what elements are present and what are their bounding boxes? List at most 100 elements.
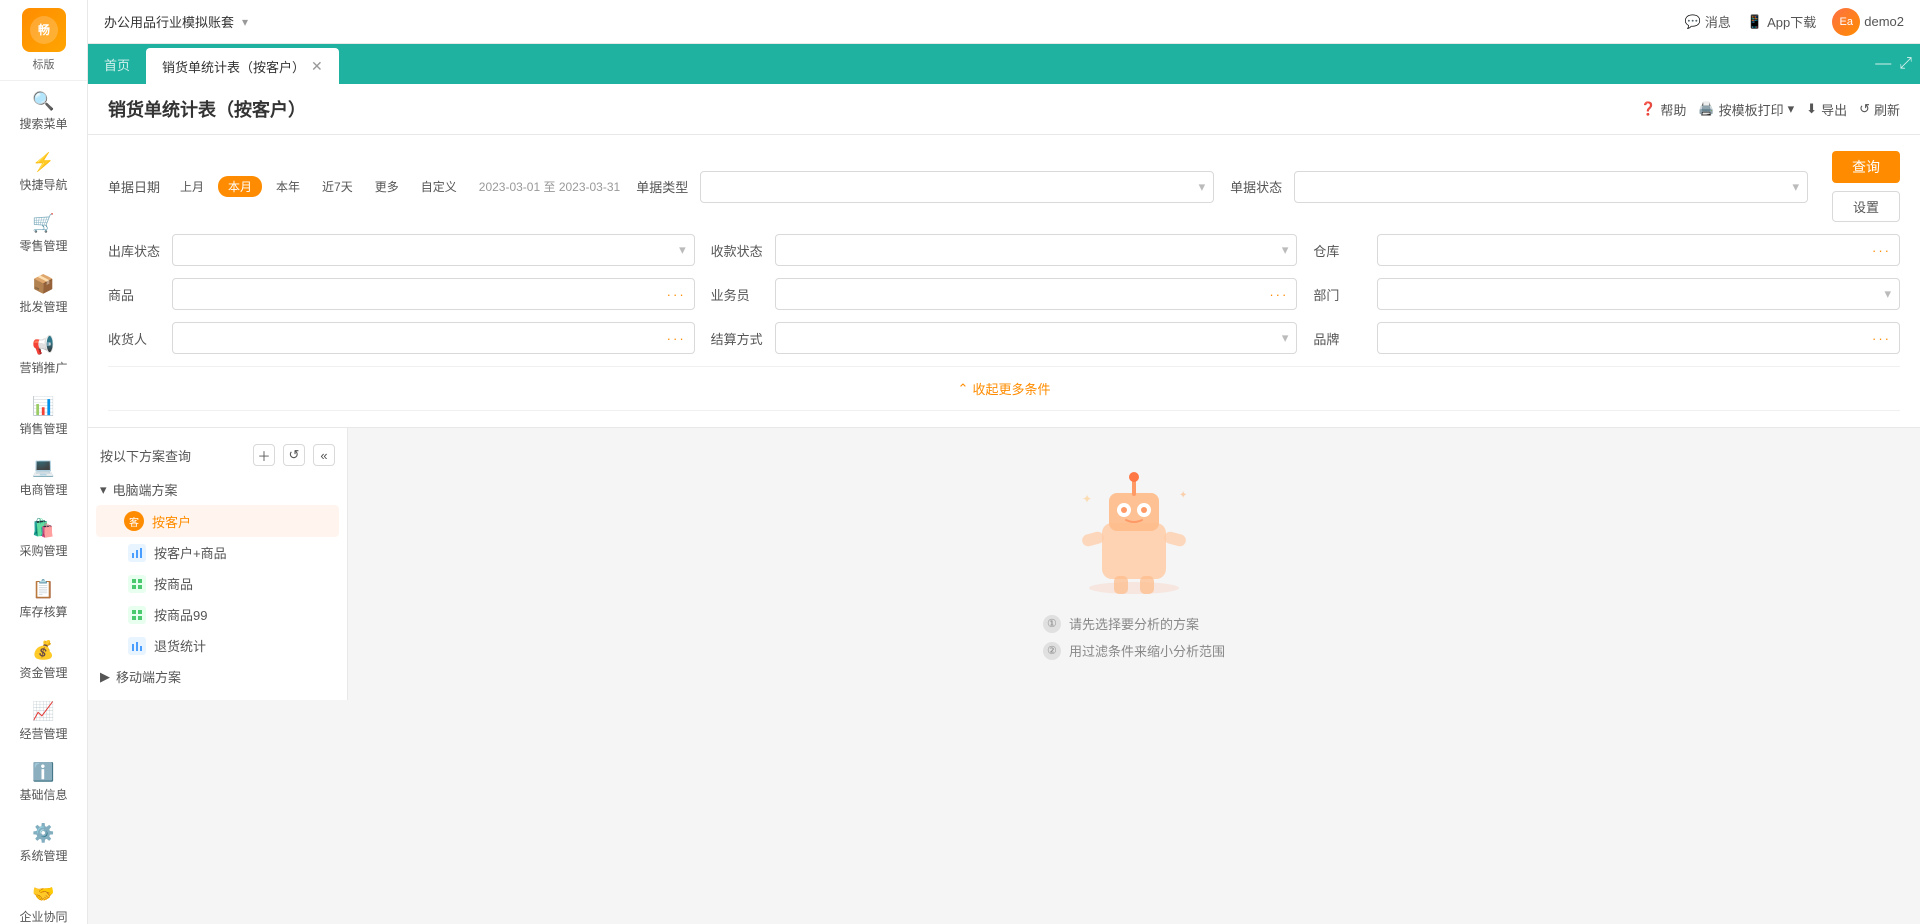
collapse-btn[interactable]: ⌃ 收起更多条件 [958, 373, 1051, 404]
sidebar-item-retail[interactable]: 🛒 零售管理 [0, 203, 87, 264]
scheme-desktop-group: ▾ 电脑端方案 客 按客户 按客户+商品 [88, 474, 347, 661]
warehouse-col: 仓库 ··· [1313, 234, 1900, 266]
collect-status-select[interactable]: ▾ [775, 234, 1298, 266]
scheme-mobile-header[interactable]: ▶ 移动端方案 [96, 661, 339, 692]
sidebar-item-shortcuts[interactable]: ⚡ 快捷导航 [0, 142, 87, 203]
settlement-select[interactable]: ▾ [775, 322, 1298, 354]
refresh-btn[interactable]: ↺ 刷新 [1859, 100, 1900, 119]
marketing-icon: 📢 [32, 335, 54, 356]
sidebar-item-search[interactable]: 🔍 搜索菜单 [0, 81, 87, 142]
date-btn-more[interactable]: 更多 [367, 176, 407, 197]
settlement-label: 结算方式 [711, 329, 767, 348]
by-customer-label: 按客户 [152, 512, 191, 531]
operations-icon: 📈 [32, 701, 54, 722]
tab-sales-stats[interactable]: 销货单统计表（按客户） ✕ [146, 48, 339, 84]
hint-text-2: 用过滤条件来缩小分析范围 [1069, 641, 1225, 660]
svg-text:✦: ✦ [1082, 492, 1092, 506]
right-content: ✦ ✦ ① 请先选择要分析的方案 ② 用过滤条件来缩小分析范围 [348, 428, 1920, 700]
sales-icon: 📊 [32, 396, 54, 417]
sidebar-item-ecommerce[interactable]: 💻 电商管理 [0, 447, 87, 508]
date-btn-last-month[interactable]: 上月 [172, 176, 212, 197]
export-icon: ⬇ [1806, 101, 1817, 117]
doc-type-select[interactable]: ▾ [700, 171, 1214, 203]
date-btn-last-7days[interactable]: 近7天 [314, 176, 361, 197]
minimize-icon[interactable]: — [1875, 55, 1891, 73]
out-status-select[interactable]: ▾ [172, 234, 695, 266]
sidebar-item-finance[interactable]: 💰 资金管理 [0, 630, 87, 691]
by-goods99-label: 按商品99 [154, 605, 207, 624]
query-button[interactable]: 查询 [1832, 151, 1900, 183]
warehouse-select[interactable]: ··· [1377, 234, 1900, 266]
content-area: 销货单统计表（按客户） ❓ 帮助 🖨️ 按模板打印 ▾ ⬇ 导出 ↺ 刷新 [88, 84, 1920, 924]
topbar-left: 办公用品行业模拟账套 ▾ [104, 12, 248, 31]
sidebar-item-label: 企业协同 [19, 908, 67, 924]
export-btn[interactable]: ⬇ 导出 [1806, 100, 1847, 119]
receiver-select[interactable]: ··· [172, 322, 695, 354]
messages-btn[interactable]: 💬 消息 [1685, 12, 1731, 31]
receiver-label: 收货人 [108, 329, 164, 348]
add-scheme-btn[interactable]: ＋ [253, 444, 275, 466]
industry-dropdown[interactable]: ▾ [242, 15, 248, 29]
sidebar-item-basic[interactable]: ℹ️ 基础信息 [0, 752, 87, 813]
date-btn-this-year[interactable]: 本年 [268, 176, 308, 197]
sidebar-item-inventory[interactable]: 📋 库存核算 [0, 569, 87, 630]
salesperson-select[interactable]: ··· [775, 278, 1298, 310]
left-panel-title: 按以下方案查询 [100, 446, 191, 465]
user-profile[interactable]: Ea demo2 [1832, 8, 1904, 36]
scheme-desktop-header[interactable]: ▾ 电脑端方案 [96, 474, 339, 505]
settings-button[interactable]: 设置 [1832, 191, 1900, 222]
sidebar-item-label: 电商管理 [19, 481, 67, 498]
app-download-label: App下载 [1767, 12, 1816, 31]
by-customer-icon: 客 [124, 511, 144, 531]
app-download-btn[interactable]: 📱 App下载 [1747, 12, 1816, 31]
goods-dots: ··· [667, 287, 686, 302]
filter-row-1: 单据日期 上月 本月 本年 近7天 更多 自定义 2023-03-01 至 20… [108, 151, 1900, 222]
scheme-by-customer-goods[interactable]: 按客户+商品 [96, 537, 339, 568]
salesperson-label: 业务员 [711, 285, 767, 304]
scheme-by-goods[interactable]: 按商品 [96, 568, 339, 599]
sidebar-item-wholesale[interactable]: 📦 批发管理 [0, 264, 87, 325]
hint-text-1: 请先选择要分析的方案 [1069, 614, 1199, 633]
scheme-return-stats[interactable]: 退货统计 [96, 630, 339, 661]
sidebar-item-purchase[interactable]: 🛍️ 采购管理 [0, 508, 87, 569]
user-name: demo2 [1864, 14, 1904, 29]
mobile-group-label: 移动端方案 [116, 667, 181, 686]
department-select[interactable]: ▾ [1377, 278, 1900, 310]
refresh-scheme-btn[interactable]: ↺ [283, 444, 305, 466]
collapse-chevron: ⌃ [958, 381, 969, 397]
sidebar-item-enterprise[interactable]: 🤝 企业协同 [0, 874, 87, 924]
department-col: 部门 ▾ [1313, 278, 1900, 310]
sidebar-item-sales[interactable]: 📊 销售管理 [0, 386, 87, 447]
sidebar-item-operations[interactable]: 📈 经营管理 [0, 691, 87, 752]
doc-status-select[interactable]: ▾ [1294, 171, 1808, 203]
by-goods-icon [128, 575, 146, 593]
search-icon: 🔍 [32, 91, 54, 112]
scheme-by-customer[interactable]: 客 按客户 [96, 505, 339, 537]
date-btn-this-month[interactable]: 本月 [218, 176, 262, 197]
filter-row-3: 商品 ··· 业务员 ··· 部门 [108, 278, 1900, 310]
tab-home[interactable]: 首页 [88, 44, 146, 84]
scheme-by-goods-99[interactable]: 按商品99 [96, 599, 339, 630]
goods-select[interactable]: ··· [172, 278, 695, 310]
date-btn-custom[interactable]: 自定义 [413, 176, 465, 197]
enterprise-icon: 🤝 [32, 884, 54, 905]
collapse-panel-btn[interactable]: « [313, 444, 335, 466]
help-btn[interactable]: ❓ 帮助 [1640, 100, 1686, 119]
by-cg-label: 按客户+商品 [154, 543, 227, 562]
tab-home-label: 首页 [104, 55, 130, 74]
print-label: 按模板打印 [1719, 100, 1784, 119]
collapse-row: ⌃ 收起更多条件 [108, 366, 1900, 411]
tab-close-btn[interactable]: ✕ [311, 58, 323, 75]
maximize-icon[interactable]: ⤢ [1899, 55, 1912, 73]
brand-select[interactable]: ··· [1377, 322, 1900, 354]
left-panel: 按以下方案查询 ＋ ↺ « ▾ 电脑端方案 客 按客户 [88, 428, 348, 700]
salesperson-dots: ··· [1269, 287, 1288, 302]
sidebar-item-marketing[interactable]: 📢 营销推广 [0, 325, 87, 386]
shortcuts-icon: ⚡ [32, 152, 54, 173]
print-dropdown-icon[interactable]: ▾ [1788, 101, 1795, 117]
sidebar-item-system[interactable]: ⚙️ 系统管理 [0, 813, 87, 874]
date-label: 单据日期 [108, 177, 164, 196]
date-filter-col: 单据日期 上月 本月 本年 近7天 更多 自定义 2023-03-01 至 20… [108, 176, 620, 197]
sidebar-item-label: 销售管理 [19, 420, 67, 437]
print-btn[interactable]: 🖨️ 按模板打印 ▾ [1698, 100, 1794, 119]
